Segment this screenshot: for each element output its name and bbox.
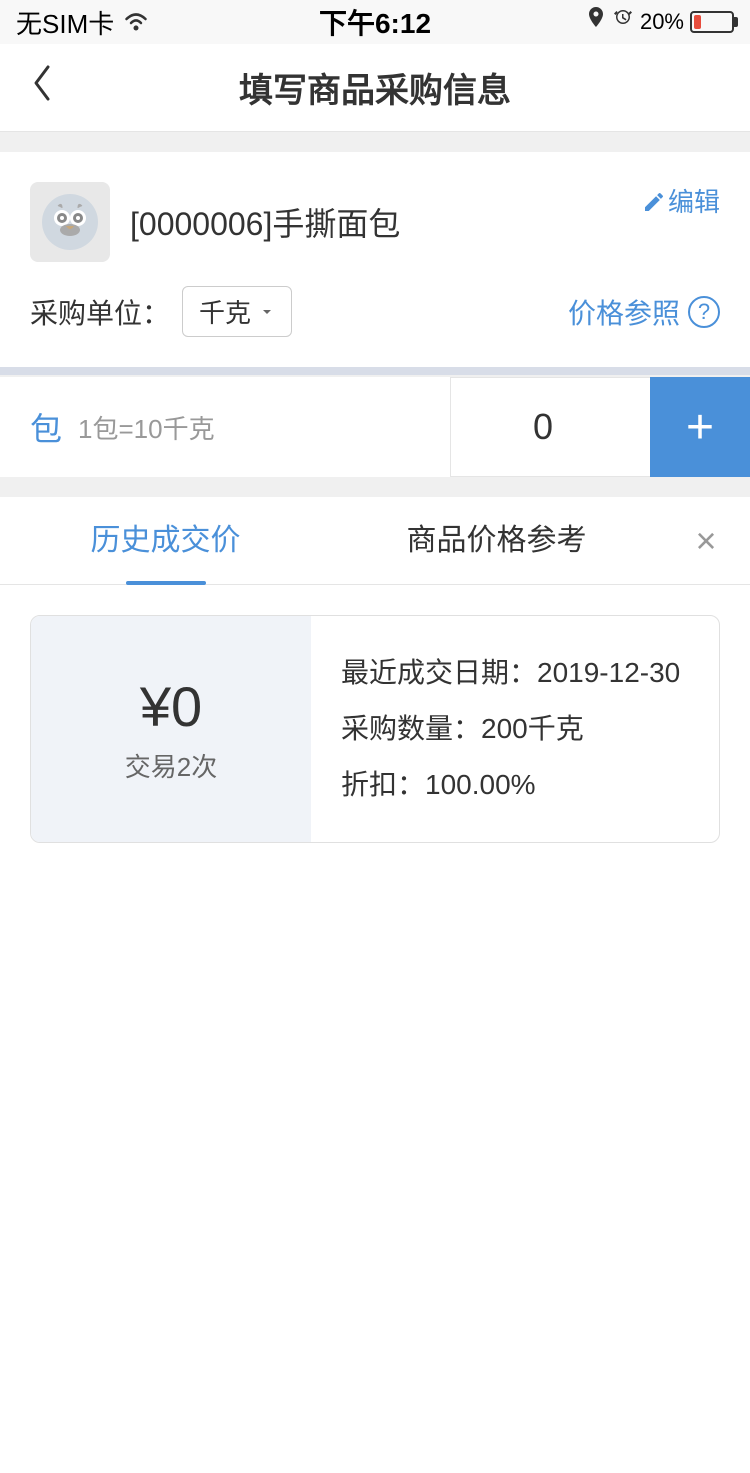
bag-label: 包 <box>30 404 62 450</box>
location-icon <box>586 7 606 37</box>
tab-history-price[interactable]: 历史成交价 <box>0 497 331 585</box>
quantity-input[interactable] <box>450 377 650 477</box>
card-purchase-qty: 采购数量：200千克 <box>341 708 689 750</box>
wifi-icon <box>122 7 150 38</box>
carrier-text: 无SIM卡 <box>16 4 114 41</box>
status-time: 下午6:12 <box>319 2 431 42</box>
unit-selector[interactable]: 千克 <box>182 286 292 337</box>
battery-fill <box>694 15 701 29</box>
price-ref-button[interactable]: 价格参照 ? <box>568 292 720 332</box>
battery-icon <box>690 11 734 33</box>
card-recent-date: 最近成交日期：2019-12-30 <box>341 652 689 694</box>
purchase-qty-value: 200千克 <box>481 713 584 744</box>
product-row: 采购单位： 千克 价格参照 ? <box>30 286 720 337</box>
purchase-qty-label: 采购数量： <box>341 713 481 744</box>
status-right: 20% <box>586 7 734 37</box>
bag-unit-info: 1包=10千克 <box>78 409 215 446</box>
purchase-unit-label: 采购单位： <box>30 292 170 332</box>
card-trade-count: 交易2次 <box>125 747 217 784</box>
edit-label: 编辑 <box>668 182 720 219</box>
back-button[interactable] <box>30 53 64 123</box>
product-owl-icon <box>40 192 100 252</box>
quantity-right: + <box>450 377 750 477</box>
product-header: [0000006]手撕面包 编辑 <box>30 182 720 262</box>
tab-close-button[interactable]: × <box>662 497 750 585</box>
tab-price-ref[interactable]: 商品价格参考 <box>331 497 662 585</box>
tabs-section: 历史成交价 商品价格参考 × ¥0 交易2次 最近成交日期：2019-12-30… <box>0 497 750 873</box>
tabs-content: ¥0 交易2次 最近成交日期：2019-12-30 采购数量：200千克 折扣：… <box>0 585 750 873</box>
discount-value: 100.00% <box>425 769 536 800</box>
product-left: [0000006]手撕面包 <box>30 182 400 262</box>
section-divider <box>0 367 750 375</box>
card-price: ¥0 <box>140 674 202 739</box>
discount-label: 折扣： <box>341 769 425 800</box>
battery-text: 20% <box>640 9 684 35</box>
quantity-left: 包 1包=10千克 <box>0 404 450 450</box>
quantity-section: 包 1包=10千克 + <box>0 377 750 477</box>
tabs-header: 历史成交价 商品价格参考 × <box>0 497 750 585</box>
nav-bar: 填写商品采购信息 <box>0 44 750 132</box>
card-right: 最近成交日期：2019-12-30 采购数量：200千克 折扣：100.00% <box>311 616 719 842</box>
price-symbol: ¥ <box>140 675 171 738</box>
purchase-unit: 采购单位： 千克 <box>30 286 292 337</box>
card-left: ¥0 交易2次 <box>31 616 311 842</box>
recent-date-label: 最近成交日期： <box>341 657 537 688</box>
quantity-plus-button[interactable]: + <box>650 377 750 477</box>
product-section: [0000006]手撕面包 编辑 采购单位： 千克 价格参照 ? <box>0 152 750 367</box>
edit-button[interactable]: 编辑 <box>642 182 720 219</box>
product-thumbnail <box>30 182 110 262</box>
alarm-icon <box>612 8 634 36</box>
price-value: 0 <box>171 675 202 738</box>
status-left: 无SIM卡 <box>16 4 150 41</box>
price-ref-label: 价格参照 <box>568 292 680 332</box>
page-title: 填写商品采购信息 <box>239 63 511 112</box>
recent-date-value: 2019-12-30 <box>537 657 680 688</box>
history-card: ¥0 交易2次 最近成交日期：2019-12-30 采购数量：200千克 折扣：… <box>30 615 720 843</box>
price-ref-info-icon: ? <box>688 296 720 328</box>
card-discount: 折扣：100.00% <box>341 764 689 806</box>
product-name: [0000006]手撕面包 <box>130 199 400 245</box>
unit-value: 千克 <box>199 293 251 330</box>
status-bar: 无SIM卡 下午6:12 20% <box>0 0 750 44</box>
main-content-area <box>0 873 750 1473</box>
